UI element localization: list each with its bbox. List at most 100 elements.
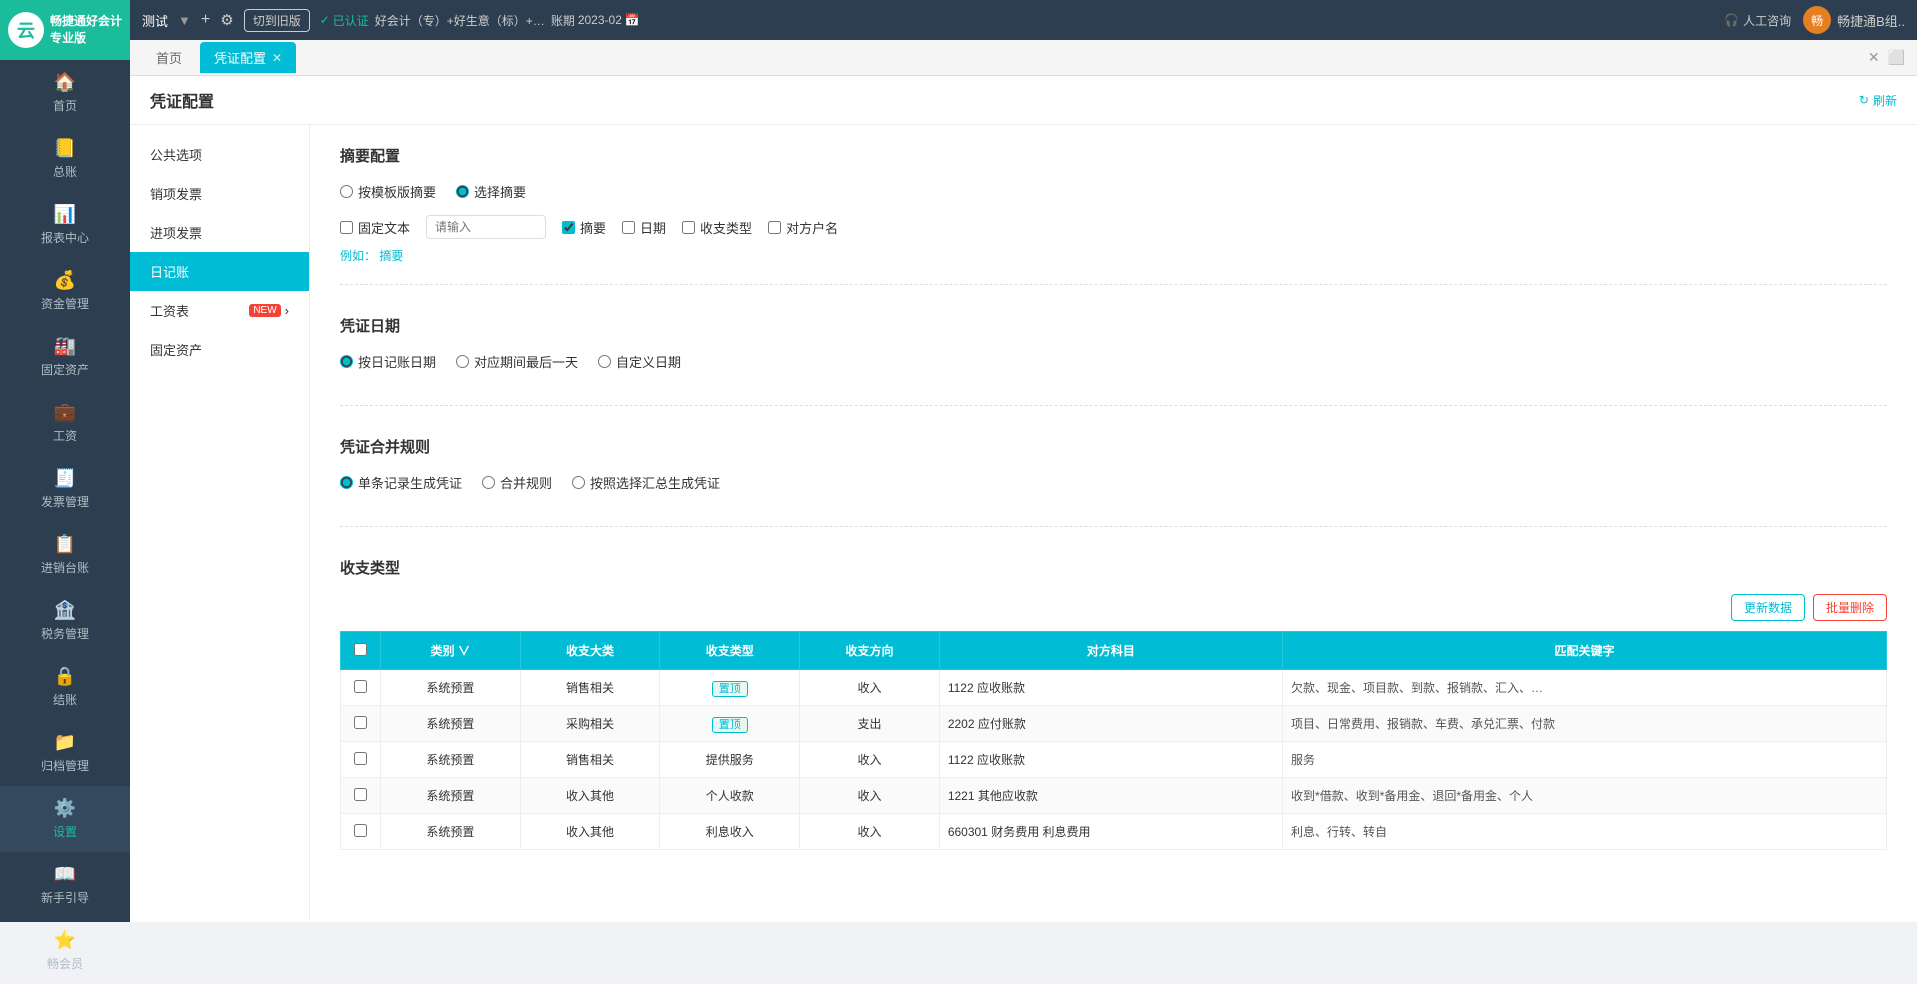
custom-date-radio[interactable] (598, 355, 611, 368)
row-keyword: 利息、行转、转自 (1283, 814, 1887, 850)
summary-checkbox-label[interactable]: 摘要 (562, 218, 606, 237)
tab-home[interactable]: 首页 (142, 42, 196, 73)
table-row: 系统预置 收入其他 个人收款 收入 1221 其他应收款 收到*借款、收到*备用… (341, 778, 1887, 814)
content-header: 凭证配置 ↻ 刷新 (130, 76, 1917, 125)
summary-radio-template[interactable]: 按模板版摘要 (340, 182, 436, 201)
right-content: 摘要配置 按模板版摘要 选择摘要 (310, 125, 1917, 920)
income-type-checkbox[interactable] (682, 221, 695, 234)
custom-date-radio-label[interactable]: 自定义日期 (598, 352, 681, 371)
counterparty-checkbox[interactable] (768, 221, 781, 234)
old-version-button[interactable]: 切到旧版 (244, 9, 310, 32)
fixed-text-checkbox[interactable] (340, 221, 353, 234)
topbar-tags: ✓ 已认证 好会计（专）+好生意（标）+… 账期 2023-02 📅 (320, 12, 1714, 29)
sidebar-item-invoice[interactable]: 🧾 发票管理 (0, 456, 130, 522)
batch-delete-button[interactable]: 批量删除 (1813, 594, 1887, 621)
content-body: 公共选项 销项发票 进项发票 日记账 工资表 NEW › (130, 125, 1917, 920)
table-row: 系统预置 销售相关 置顶 收入 1122 应收账款 欠款、现金、项目款、到款、报… (341, 670, 1887, 706)
table-header-direction: 收支方向 (800, 632, 940, 670)
pin-tag[interactable]: 置顶 (712, 717, 748, 733)
row-checkbox-4[interactable] (354, 824, 367, 837)
row-subject: 2202 应付账款 (939, 706, 1282, 742)
dropdown-arrow-icon[interactable]: ▼ (178, 13, 191, 28)
row-sub-type: 置顶 (660, 670, 800, 706)
summary-template-radio[interactable] (340, 185, 353, 198)
certified-check-icon: ✓ (320, 13, 330, 27)
sidebar-item-assets[interactable]: 🏭 固定资产 (0, 324, 130, 390)
left-menu-item-sales[interactable]: 销项发票 (130, 174, 309, 213)
sidebar-item-archive[interactable]: 📁 归档管理 (0, 720, 130, 786)
select-summary-radio[interactable] (572, 476, 585, 489)
sidebar-item-close[interactable]: 🔒 结账 (0, 654, 130, 720)
left-menu-item-public[interactable]: 公共选项 (130, 135, 309, 174)
row-checkbox-2[interactable] (354, 752, 367, 765)
row-category: 系统预置 (381, 814, 521, 850)
row-keyword: 欠款、现金、项目款、到款、报销款、汇入、… (1283, 670, 1887, 706)
row-checkbox-0[interactable] (354, 680, 367, 693)
date-checkbox[interactable] (622, 221, 635, 234)
counterparty-checkbox-label[interactable]: 对方户名 (768, 218, 838, 237)
summary-radio-select[interactable]: 选择摘要 (456, 182, 526, 201)
single-radio-label[interactable]: 单条记录生成凭证 (340, 473, 462, 492)
merge-rule-radio[interactable] (482, 476, 495, 489)
journal-date-radio[interactable] (340, 355, 353, 368)
select-summary-radio-label[interactable]: 按照选择汇总生成凭证 (572, 473, 720, 492)
headset-icon: 🎧 (1724, 13, 1739, 27)
row-subject: 1122 应收账款 (939, 670, 1282, 706)
logo-text: 畅捷通好会计 专业版 (50, 13, 122, 47)
maximize-icon[interactable]: ⬜ (1888, 49, 1905, 66)
tab-close-icon[interactable]: ✕ (272, 51, 282, 65)
row-sub-type: 置顶 (660, 706, 800, 742)
pin-tag[interactable]: 置顶 (712, 681, 748, 697)
tabbar: 首页 凭证配置 ✕ ✕ ⬜ (130, 40, 1917, 76)
income-type-checkbox-label[interactable]: 收支类型 (682, 218, 752, 237)
table-actions: 更新数据 批量删除 (340, 594, 1887, 621)
summary-select-radio[interactable] (456, 185, 469, 198)
date-radio-group: 按日记账日期 对应期间最后一天 自定义日期 (340, 352, 1887, 371)
merge-section: 凭证合并规则 单条记录生成凭证 合并规则 按照选择汇总生成凭证 (340, 436, 1887, 527)
calendar-icon[interactable]: 📅 (625, 13, 640, 27)
period-last-radio[interactable] (456, 355, 469, 368)
left-menu-item-purchase-invoice[interactable]: 进项发票 (130, 213, 309, 252)
update-data-button[interactable]: 更新数据 (1731, 594, 1805, 621)
sidebar-item-reports[interactable]: 📊 报表中心 (0, 192, 130, 258)
select-all-checkbox[interactable] (354, 643, 367, 656)
sidebar-item-label: 税务管理 (41, 625, 89, 642)
refresh-button[interactable]: ↻ 刷新 (1859, 92, 1897, 109)
fixed-text-checkbox-label[interactable]: 固定文本 (340, 218, 410, 237)
topbar-title: 测试 (142, 11, 168, 30)
sidebar-item-settings[interactable]: ⚙️ 设置 (0, 786, 130, 852)
sidebar-item-ledger[interactable]: 📒 总账 (0, 126, 130, 192)
row-checkbox-1[interactable] (354, 716, 367, 729)
tab-voucher-config[interactable]: 凭证配置 ✕ (200, 42, 296, 73)
period-last-radio-label[interactable]: 对应期间最后一天 (456, 352, 578, 371)
table-row: 系统预置 采购相关 置顶 支出 2202 应付账款 项目、日常费用、报销款、车费… (341, 706, 1887, 742)
merge-rule-radio-label[interactable]: 合并规则 (482, 473, 552, 492)
date-checkbox-label[interactable]: 日期 (622, 218, 666, 237)
left-menu-item-salary-table[interactable]: 工资表 NEW › (130, 291, 309, 330)
sidebar-item-member[interactable]: ⭐ 畅会员 (0, 918, 130, 984)
refresh-icon: ↻ (1859, 93, 1869, 107)
tax-icon: 🏦 (54, 600, 76, 621)
row-subject: 1221 其他应收款 (939, 778, 1282, 814)
close-window-icon[interactable]: ✕ (1868, 49, 1880, 66)
single-radio[interactable] (340, 476, 353, 489)
gear-icon[interactable]: ⚙ (220, 11, 233, 29)
sidebar-item-purchase[interactable]: 📋 进销台账 (0, 522, 130, 588)
add-icon[interactable]: + (201, 11, 210, 29)
sidebar: 云 畅捷通好会计 专业版 🏠 首页 📒 总账 📊 报表中心 💰 资金管理 🏭 固… (0, 0, 130, 922)
fixed-text-input[interactable] (426, 215, 546, 239)
sidebar-item-guide[interactable]: 📖 新手引导 (0, 852, 130, 918)
journal-date-radio-label[interactable]: 按日记账日期 (340, 352, 436, 371)
sidebar-item-salary[interactable]: 💼 工资 (0, 390, 130, 456)
sidebar-item-home[interactable]: 🏠 首页 (0, 60, 130, 126)
row-checkbox-3[interactable] (354, 788, 367, 801)
user-menu[interactable]: 畅 畅捷通B组.. (1803, 6, 1905, 34)
sidebar-item-funds[interactable]: 💰 资金管理 (0, 258, 130, 324)
ledger-icon: 📒 (54, 138, 76, 159)
summary-checkbox[interactable] (562, 221, 575, 234)
left-menu-item-journal[interactable]: 日记账 (130, 252, 309, 291)
sidebar-item-tax[interactable]: 🏦 税务管理 (0, 588, 130, 654)
help-button[interactable]: 🎧 人工咨询 (1724, 12, 1791, 29)
row-category: 系统预置 (381, 670, 521, 706)
left-menu-item-fixed-assets[interactable]: 固定资产 (130, 330, 309, 369)
